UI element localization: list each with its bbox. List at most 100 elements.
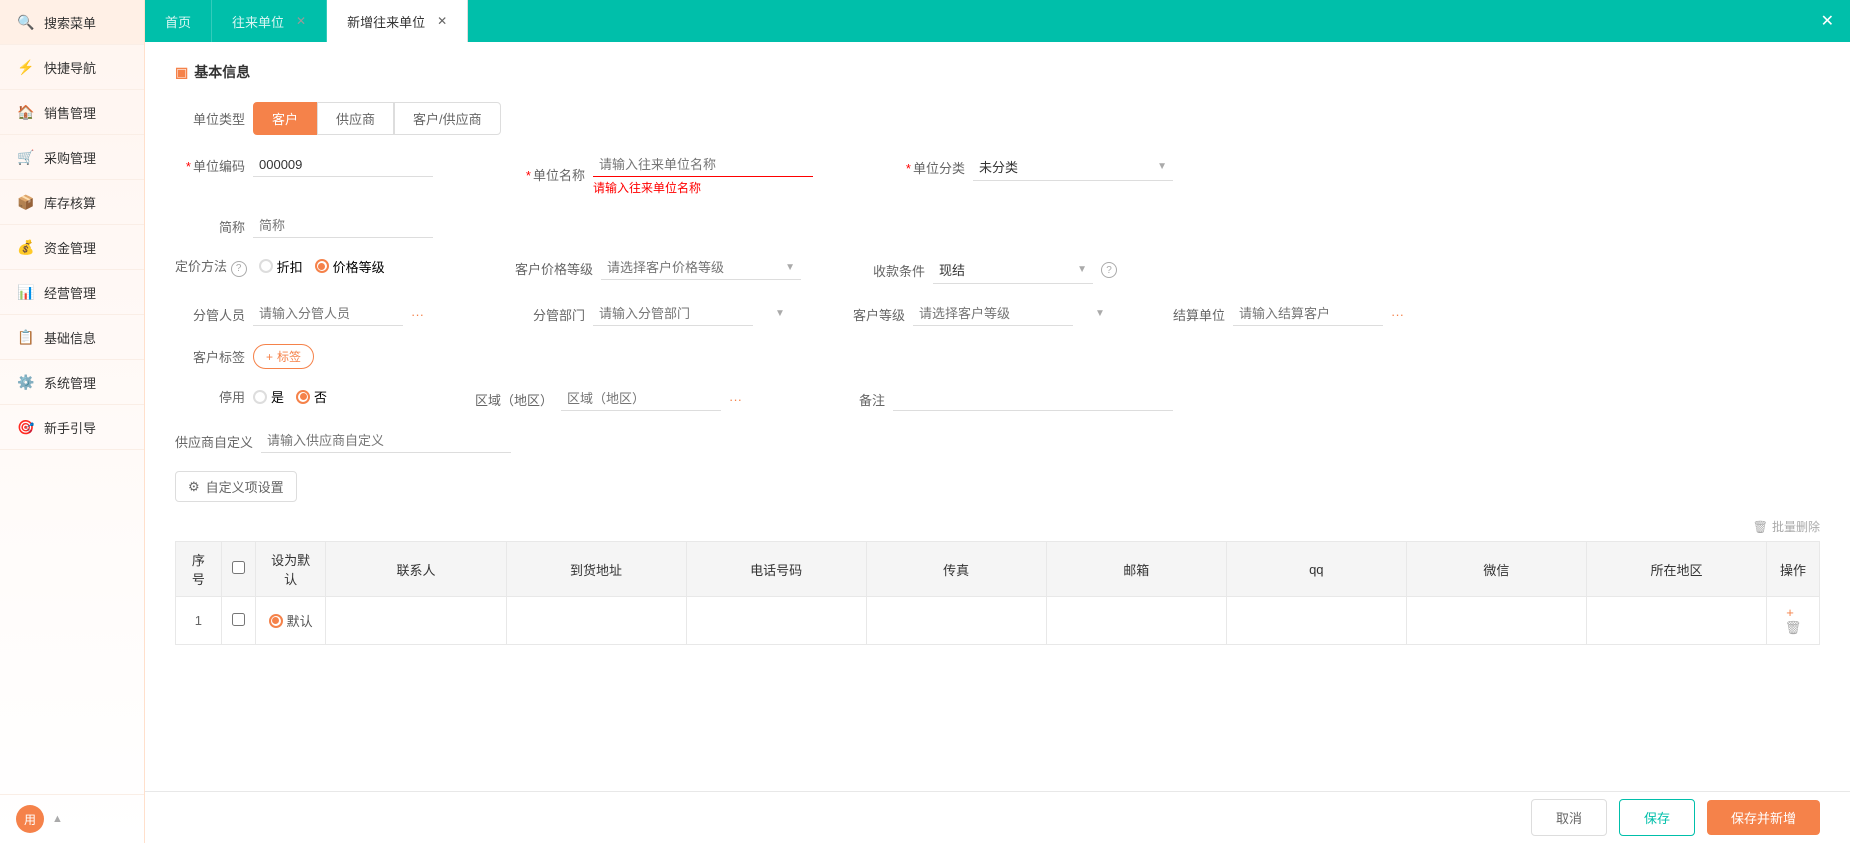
tab-partners[interactable]: 往来单位 ✕	[212, 0, 327, 42]
customer-price-input[interactable]	[607, 260, 785, 275]
customer-level-select[interactable]: ▼	[913, 302, 1073, 326]
region-input[interactable]	[561, 387, 721, 411]
unit-category-select[interactable]: 未分类 ▼	[973, 153, 1173, 181]
customer-level-input[interactable]	[919, 306, 1095, 321]
abbr-field: 简称	[175, 214, 475, 238]
unit-category-label: *单位分类	[895, 158, 965, 177]
customer-tag-row: 客户标签 + 标签	[175, 344, 1820, 369]
email-input[interactable]	[1057, 613, 1216, 628]
sidebar-item-purchase[interactable]: 🛒 采购管理	[0, 135, 144, 180]
row-wechat-cell[interactable]	[1406, 597, 1586, 645]
save-new-button[interactable]: 保存并新增	[1707, 800, 1820, 835]
pricing-radio-discount[interactable]: 折扣	[259, 257, 303, 276]
sidebar-item-system[interactable]: ⚙️ 系统管理	[0, 360, 144, 405]
add-row-btn[interactable]: +	[1786, 605, 1794, 620]
cancel-button[interactable]: 取消	[1531, 799, 1607, 836]
row-email-cell[interactable]	[1046, 597, 1226, 645]
sidebar-item-search[interactable]: 🔍 搜索菜单	[0, 0, 144, 45]
user-expand-icon: ▲	[52, 813, 63, 825]
col-default: 设为默认	[255, 542, 326, 597]
sidebar-item-basic[interactable]: 📋 基础信息	[0, 315, 144, 360]
window-close-button[interactable]: ✕	[1805, 11, 1850, 31]
supplier-custom-label: 供应商自定义	[175, 432, 253, 451]
customer-price-select[interactable]: ▼	[601, 256, 801, 280]
row-address-cell[interactable]	[506, 597, 686, 645]
phone-input[interactable]	[697, 613, 856, 628]
sidebar-item-inventory[interactable]: 📦 库存核算	[0, 180, 144, 225]
type-btn-supplier[interactable]: 供应商	[317, 102, 394, 135]
table-row: 1 默认	[176, 597, 1820, 645]
custom-settings-button[interactable]: ⚙ 自定义项设置	[175, 471, 297, 502]
supplier-custom-field: 供应商自定义	[175, 429, 575, 453]
clipboard-icon: 📋	[16, 327, 36, 347]
remark-input[interactable]	[893, 387, 1173, 411]
pricing-help-icon[interactable]: ?	[231, 261, 247, 277]
disabled-field: 停用 是 否	[175, 387, 455, 406]
abbr-input[interactable]	[253, 214, 433, 238]
tab-partners-close[interactable]: ✕	[296, 14, 306, 28]
sidebar-item-sales[interactable]: 🏠 销售管理	[0, 90, 144, 135]
disabled-label: 停用	[175, 387, 245, 406]
tab-new-partner-label: 新增往来单位	[347, 12, 425, 31]
row-fax-cell[interactable]	[866, 597, 1046, 645]
region-more-btn[interactable]: ···	[725, 392, 746, 407]
row-checkbox[interactable]	[232, 613, 245, 626]
type-btn-customer[interactable]: 客户	[253, 102, 317, 135]
row-contact-cell[interactable]	[326, 597, 506, 645]
unit-name-input[interactable]	[593, 153, 813, 177]
payment-help-icon[interactable]: ?	[1101, 262, 1117, 278]
sidebar-bottom: 用 ▲	[0, 794, 144, 843]
section-title-icon: ▣	[175, 64, 188, 81]
customer-price-arrow-icon: ▼	[785, 262, 795, 273]
manager-input[interactable]	[253, 302, 403, 326]
row-region-input[interactable]	[1597, 613, 1756, 628]
disabled-radio-no[interactable]: 否	[296, 387, 327, 406]
row-default-radio[interactable]: 默认	[266, 611, 316, 630]
settlement-input[interactable]	[1233, 302, 1383, 326]
add-tag-button[interactable]: + 标签	[253, 344, 314, 369]
unit-name-input-wrap: 请输入往来单位名称	[593, 153, 813, 196]
type-btn-both[interactable]: 客户/供应商	[394, 102, 501, 135]
supplier-custom-input[interactable]	[261, 429, 511, 453]
abbr-label: 简称	[175, 217, 245, 236]
delete-row-btn[interactable]: 🗑	[1785, 620, 1802, 635]
tab-home-label: 首页	[165, 12, 191, 31]
dept-input[interactable]	[599, 306, 775, 321]
payment-terms-select[interactable]: 现结 ▼	[933, 256, 1093, 284]
sidebar-item-finance[interactable]: 💰 资金管理	[0, 225, 144, 270]
address-input[interactable]	[517, 613, 676, 628]
row-qq-cell[interactable]	[1226, 597, 1406, 645]
select-all-checkbox[interactable]	[232, 561, 245, 574]
tab-new-partner-close[interactable]: ✕	[437, 14, 447, 28]
sidebar-item-guide-label: 新手引导	[44, 418, 96, 437]
supplier-custom-row: 供应商自定义	[175, 429, 1820, 453]
row-checkbox-cell[interactable]	[221, 597, 255, 645]
main-area: 首页 往来单位 ✕ 新增往来单位 ✕ ✕ ▣ 基本信息 单位类型 客户 供应商	[145, 0, 1850, 843]
wechat-input[interactable]	[1417, 613, 1576, 628]
tab-new-partner[interactable]: 新增往来单位 ✕	[327, 0, 468, 42]
unit-code-input[interactable]	[253, 153, 433, 177]
contact-input[interactable]	[336, 613, 495, 628]
qq-input[interactable]	[1237, 613, 1396, 628]
pricing-radio-level[interactable]: 价格等级	[315, 257, 385, 276]
col-checkbox[interactable]	[221, 542, 255, 597]
batch-delete-button[interactable]: 🗑 批量删除	[1753, 518, 1820, 535]
settlement-field: 结算单位 ···	[1155, 302, 1455, 326]
sidebar-item-operation[interactable]: 📊 经营管理	[0, 270, 144, 315]
fax-input[interactable]	[877, 613, 1036, 628]
remark-field: 备注	[815, 387, 1215, 411]
sidebar-item-basic-label: 基础信息	[44, 328, 96, 347]
settlement-more-btn[interactable]: ···	[1387, 307, 1408, 322]
unit-name-field: *单位名称 请输入往来单位名称	[515, 153, 855, 196]
row-region-cell[interactable]	[1586, 597, 1766, 645]
no-radio-circle	[296, 390, 310, 404]
disabled-radio-yes[interactable]: 是	[253, 387, 284, 406]
sidebar-item-quick-nav[interactable]: ⚡ 快捷导航	[0, 45, 144, 90]
sidebar-item-finance-label: 资金管理	[44, 238, 96, 257]
save-button[interactable]: 保存	[1619, 799, 1695, 836]
sidebar-item-guide[interactable]: 🎯 新手引导	[0, 405, 144, 450]
tab-home[interactable]: 首页	[145, 0, 212, 42]
manager-more-btn[interactable]: ···	[407, 307, 428, 322]
dept-select[interactable]: ▼	[593, 302, 753, 326]
row-phone-cell[interactable]	[686, 597, 866, 645]
